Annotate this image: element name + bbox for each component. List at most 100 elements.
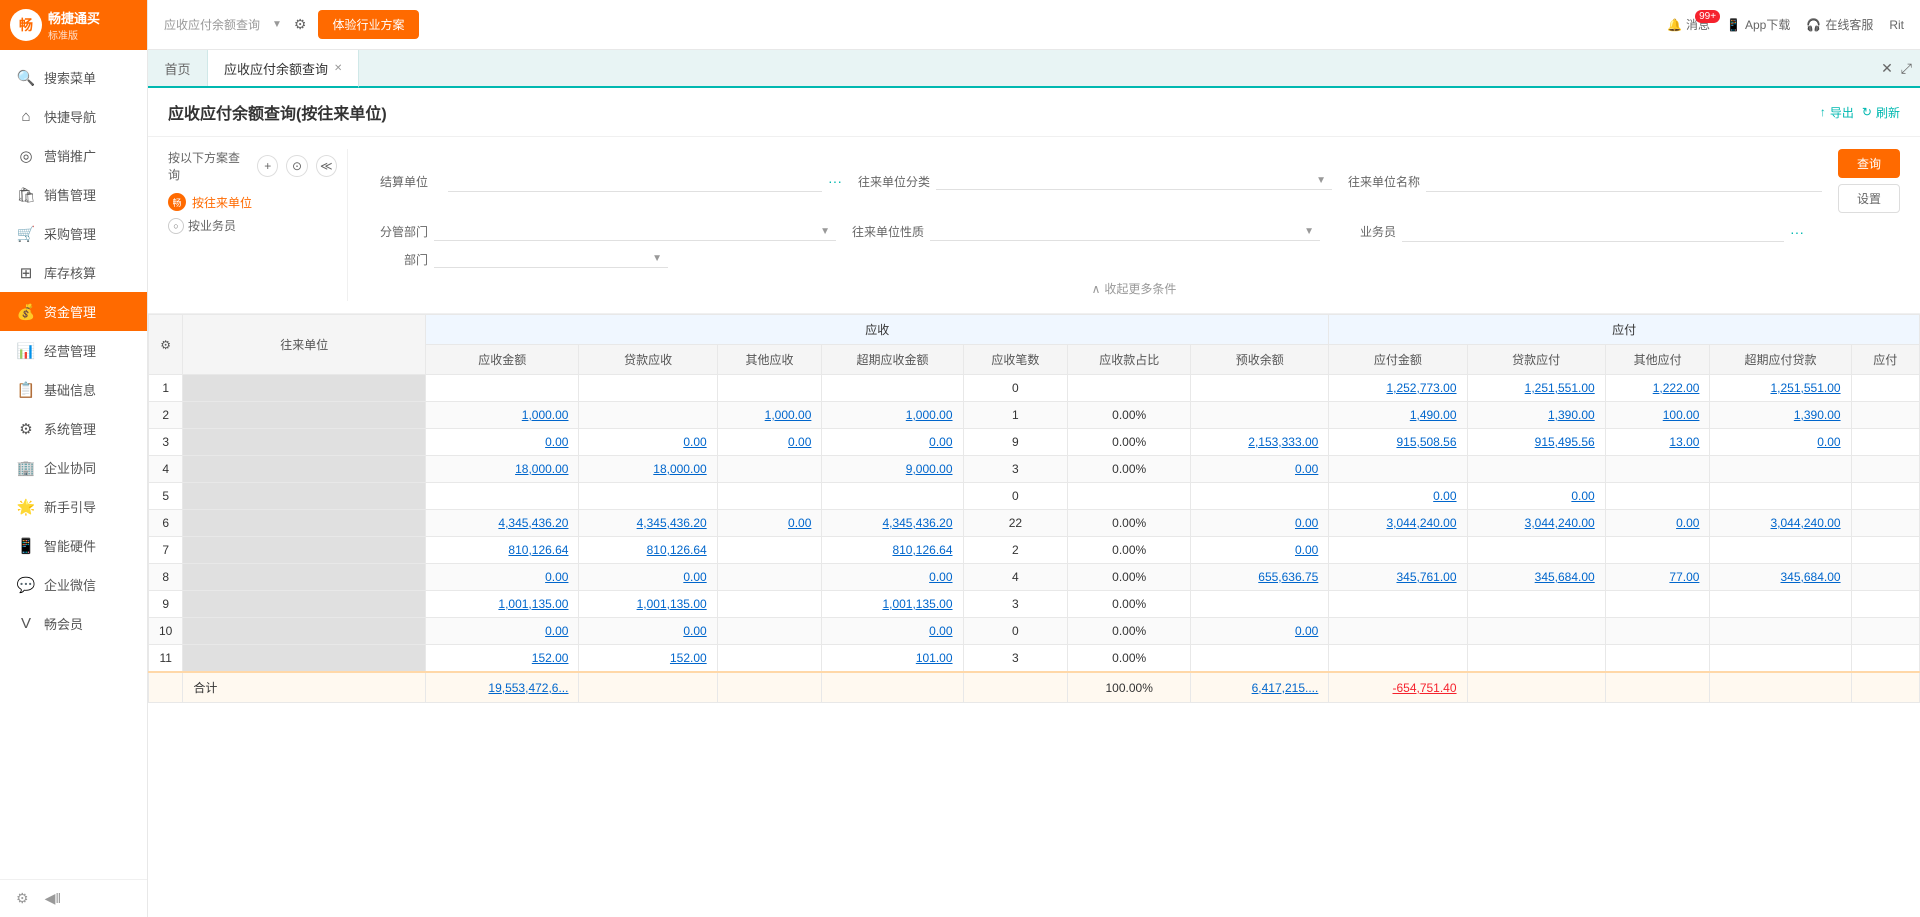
tab-home[interactable]: 首页: [148, 50, 208, 86]
settlement-unit-input[interactable]: [448, 171, 822, 192]
table-row: 9████████1,001,135.001,001,135.001,001,1…: [149, 591, 1920, 618]
total-receivable-amount[interactable]: 19,553,472,6...: [426, 672, 579, 703]
dept-charge-select[interactable]: ▼: [434, 223, 836, 241]
promo-button[interactable]: 体验行业方案: [318, 10, 418, 39]
sidebar-label-guide: 新手引导: [44, 497, 96, 516]
sidebar-settings-btn[interactable]: ⚙: [16, 890, 29, 907]
scheme-staff-label: 按业务员: [188, 217, 236, 234]
table-row: 10████████0.000.000.0000.00%0.00: [149, 618, 1920, 645]
marketing-icon: ◎: [16, 147, 36, 165]
sidebar-label-warehouse: 库存核算: [44, 263, 96, 282]
other-receivable-header: 其他应收: [717, 345, 822, 375]
overdue-payable-header: 超期应付贷款: [1710, 345, 1851, 375]
filter-label: 按以下方案查询: [168, 149, 249, 183]
query-button[interactable]: 查询: [1838, 149, 1900, 178]
page-actions: ↑ 导出 ↻ 刷新: [1820, 104, 1900, 121]
partner-cell: ████████: [183, 402, 426, 429]
partner-cell: ████████: [183, 375, 426, 402]
unit-name-input[interactable]: [1426, 171, 1822, 192]
filter-collapse-btn[interactable]: ∧ 收起更多条件: [368, 276, 1900, 301]
salesman-dots[interactable]: ···: [1790, 224, 1804, 240]
user-menu[interactable]: Rit: [1889, 18, 1904, 32]
total-label: 合计: [183, 672, 426, 703]
total-receivable-ratio: 100.00%: [1068, 672, 1191, 703]
export-icon: ↑: [1820, 105, 1826, 119]
sidebar-item-wechat[interactable]: 💬 企业微信: [0, 565, 147, 604]
unit-nature-field: 往来单位性质 ▼: [852, 223, 1320, 241]
partner-cell: ████████: [183, 483, 426, 510]
tab-bar: 首页 应收应付余额查询 ✕ ✕ ⤢: [148, 50, 1920, 88]
payable-end-header: 应付: [1851, 345, 1919, 375]
table-row: 2████████1,000.001,000.001,000.0010.00%1…: [149, 402, 1920, 429]
sidebar-item-sales[interactable]: 🛍 销售管理: [0, 175, 147, 214]
refresh-button[interactable]: ↻ 刷新: [1862, 104, 1900, 121]
sidebar-item-hardware[interactable]: 📱 智能硬件: [0, 526, 147, 565]
page-header: 应收应付余额查询(按往来单位) ↑ 导出 ↻ 刷新: [148, 88, 1920, 137]
sidebar-label-marketing: 营销推广: [44, 146, 96, 165]
topbar-gear-icon[interactable]: ⚙: [294, 16, 307, 33]
sidebar-item-vip[interactable]: V 畅会员: [0, 604, 147, 643]
filter-settings-button[interactable]: ⊙: [286, 155, 307, 177]
download-button[interactable]: 📱 App下载: [1726, 16, 1790, 33]
filter-row-2: 分管部门 ▼ 往来单位性质 ▼ 业务员: [368, 221, 1900, 242]
unit-nature-select[interactable]: ▼: [930, 223, 1320, 241]
sidebar-collapse-btn[interactable]: ◀‖: [45, 890, 62, 907]
hardware-icon: 📱: [16, 537, 36, 555]
tab-actions: ✕ ⤢: [1873, 50, 1920, 86]
table-row: 4████████18,000.0018,000.009,000.0030.00…: [149, 456, 1920, 483]
export-button[interactable]: ↑ 导出: [1820, 104, 1854, 121]
scheme-unit-icon: 畅: [168, 193, 186, 211]
unit-category-select[interactable]: ▼: [936, 172, 1332, 190]
filter-right: 结算单位 ··· 往来单位分类 ▼ 往来单位名称: [348, 149, 1900, 301]
sidebar-item-guide[interactable]: 🌟 新手引导: [0, 487, 147, 526]
scheme-staff-icon: ○: [168, 218, 184, 234]
close-window-icon[interactable]: ✕: [1881, 60, 1893, 77]
filter-row-1: 结算单位 ··· 往来单位分类 ▼ 往来单位名称: [368, 149, 1900, 213]
sidebar-item-quicknav[interactable]: ⌂ 快捷导航: [0, 97, 147, 136]
filter-add-button[interactable]: +: [257, 155, 278, 177]
sidebar-item-marketing[interactable]: ◎ 营销推广: [0, 136, 147, 175]
operation-icon: 📊: [16, 342, 36, 360]
notice-button[interactable]: 🔔 消息 99+: [1667, 16, 1710, 33]
tab-balance[interactable]: 应收应付余额查询 ✕: [208, 50, 359, 88]
filter-scheme-unit[interactable]: 畅 按往来单位: [168, 193, 337, 211]
sidebar-item-warehouse[interactable]: ⊞ 库存核算: [0, 253, 147, 292]
settings-button[interactable]: 设置: [1838, 184, 1900, 213]
partner-cell: ████████: [183, 618, 426, 645]
total-payable-amount[interactable]: -654,751.40: [1329, 672, 1467, 703]
department-label: 部门: [368, 251, 428, 268]
department-select[interactable]: ▼: [434, 250, 668, 268]
main-content: 首页 应收应付余额查询 ✕ ✕ ⤢ 应收应付余额查询(按往来单位) ↑ 导出 ↻…: [148, 50, 1920, 917]
dept-charge-field: 分管部门 ▼: [368, 223, 836, 241]
settlement-unit-dots[interactable]: ···: [828, 173, 842, 189]
partner-cell: ████████: [183, 429, 426, 456]
page-title: 应收应付余额查询(按往来单位): [168, 100, 387, 124]
service-button[interactable]: 🎧 在线客服: [1806, 16, 1873, 33]
maximize-icon[interactable]: ⤢: [1901, 60, 1912, 77]
unit-category-label: 往来单位分类: [858, 173, 930, 190]
search-icon: 🔍: [16, 69, 36, 87]
tab-close-icon[interactable]: ✕: [334, 63, 342, 74]
total-prepayment[interactable]: 6,417,215....: [1191, 672, 1329, 703]
sidebar-item-search[interactable]: 🔍 搜索菜单: [0, 58, 147, 97]
sidebar-item-purchase[interactable]: 🛒 采购管理: [0, 214, 147, 253]
unit-nature-arrow-icon: ▼: [1304, 226, 1314, 237]
salesman-input[interactable]: [1402, 221, 1784, 242]
sidebar-item-basic[interactable]: 📋 基础信息: [0, 370, 147, 409]
receivable-count-header: 应收笔数: [963, 345, 1068, 375]
sidebar-item-finance[interactable]: 💰 资金管理: [0, 292, 147, 331]
unit-name-field: 往来单位名称: [1348, 171, 1822, 192]
system-icon: ⚙: [16, 420, 36, 438]
table-row: 8████████0.000.000.0040.00%655,636.75345…: [149, 564, 1920, 591]
table-row: 1████████01,252,773.001,251,551.001,222.…: [149, 375, 1920, 402]
partner-cell: ████████: [183, 456, 426, 483]
sidebar-item-enterprise[interactable]: 🏢 企业协同: [0, 448, 147, 487]
filter-scheme-staff[interactable]: ○ 按业务员: [168, 217, 337, 234]
sidebar-item-operation[interactable]: 📊 经营管理: [0, 331, 147, 370]
data-table: ⚙ 往来单位 应收 应付 应收金额 贷款应收 其他应收 超期应收金额 应收笔数 …: [148, 314, 1920, 703]
gear-header[interactable]: ⚙: [149, 315, 183, 375]
sidebar-label-hardware: 智能硬件: [44, 536, 96, 555]
basic-icon: 📋: [16, 381, 36, 399]
filter-collapse-button[interactable]: ≪: [316, 155, 337, 177]
sidebar-item-system[interactable]: ⚙ 系统管理: [0, 409, 147, 448]
